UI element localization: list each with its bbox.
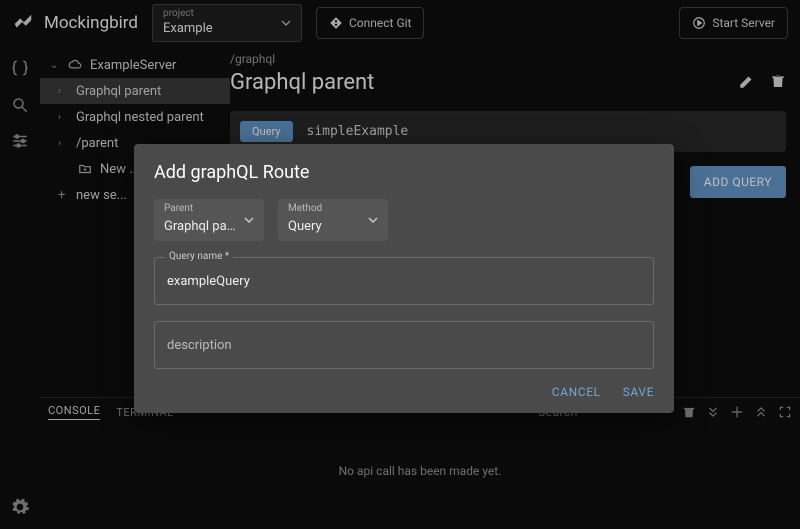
modal-save-button[interactable]: SAVE [623,385,654,399]
modal-parent-select[interactable]: Parent Graphql par... [154,199,264,241]
modal-title: Add graphQL Route [154,162,654,183]
chevron-down-icon [244,215,254,225]
modal-method-select[interactable]: Method Query [278,199,388,241]
add-route-modal: Add graphQL Route Parent Graphql par... … [134,144,674,413]
modal-query-name-label: Query name * [165,251,233,262]
modal-method-label: Method [288,203,322,214]
modal-description-field[interactable]: description [154,321,654,369]
modal-parent-value: Graphql par... [164,219,236,234]
modal-query-name-value: exampleQuery [167,274,250,289]
modal-parent-label: Parent [164,203,193,214]
modal-description-placeholder: description [167,338,232,353]
modal-method-value: Query [288,219,322,234]
modal-cancel-button[interactable]: CANCEL [552,385,601,399]
modal-query-name-field[interactable]: Query name * exampleQuery [154,257,654,305]
chevron-down-icon [368,215,378,225]
